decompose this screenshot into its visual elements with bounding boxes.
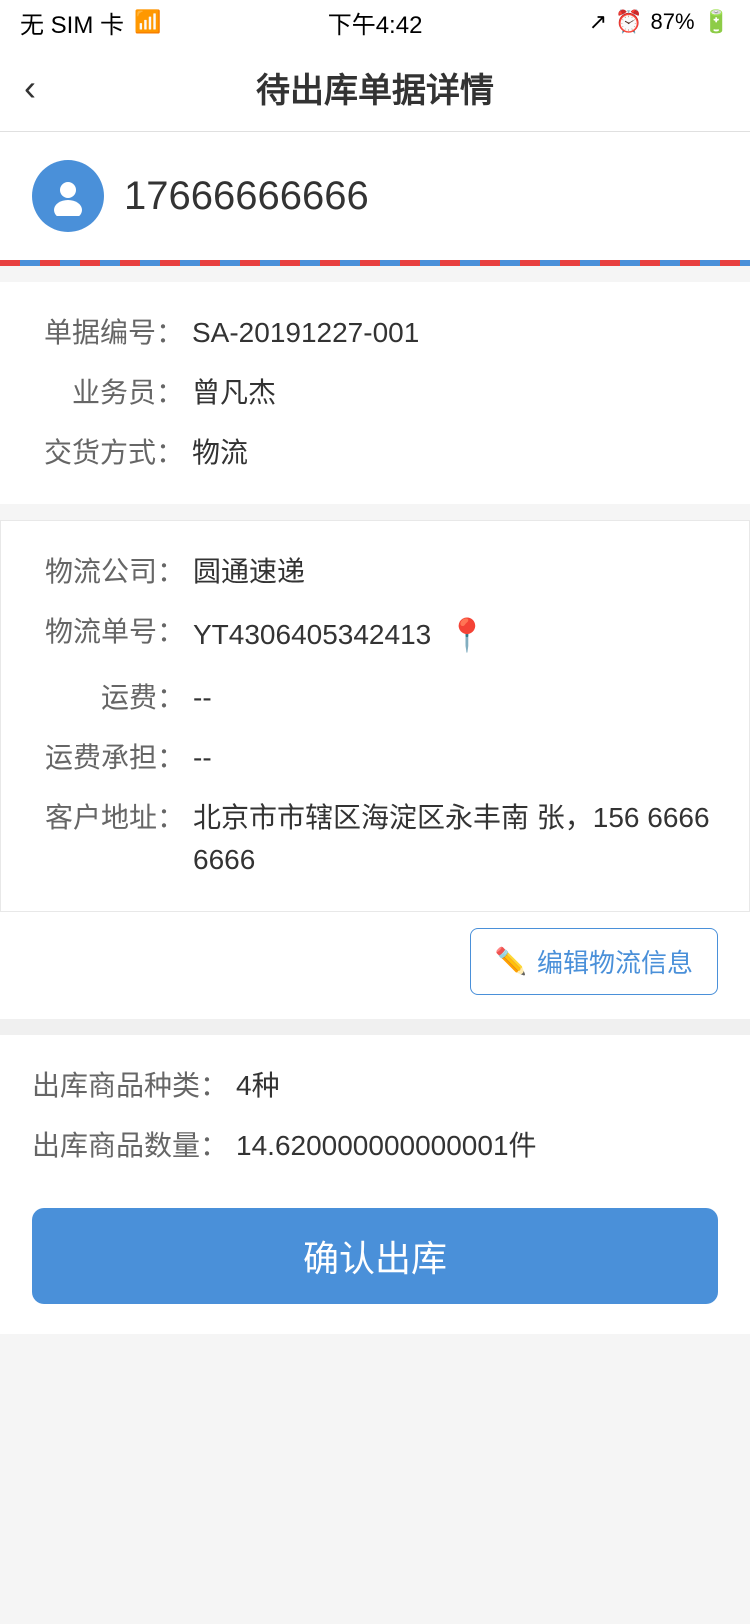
- carrier-text: 无 SIM 卡: [20, 5, 124, 40]
- status-time: 下午4:42: [328, 5, 423, 40]
- doc-no-row: 单据编号： SA-20191227-001: [32, 312, 718, 354]
- logistics-company-label: 物流公司：: [33, 551, 193, 593]
- salesman-row: 业务员： 曾凡杰: [32, 372, 718, 414]
- tracking-location-icon[interactable]: 📍: [447, 611, 487, 659]
- customer-avatar: [32, 160, 104, 232]
- logistics-company-row: 物流公司： 圆通速递: [33, 551, 717, 593]
- doc-no-value: SA-20191227-001: [192, 312, 718, 354]
- customer-header: 17666666666: [0, 132, 750, 260]
- delivery-row: 交货方式： 物流: [32, 432, 718, 474]
- goods-type-value: 4种: [236, 1065, 718, 1107]
- status-right: ↗ ⏰ 87% 🔋: [589, 9, 730, 35]
- freight-value: --: [193, 677, 717, 719]
- edit-btn-row: ✏️ 编辑物流信息: [0, 912, 750, 1019]
- edit-btn-label: 编辑物流信息: [537, 943, 693, 980]
- back-button[interactable]: ‹: [24, 67, 36, 109]
- logistics-section: 物流公司： 圆通速递 物流单号： YT4306405342413 📍 运费： -…: [0, 520, 750, 912]
- goods-section: 出库商品种类： 4种 出库商品数量： 14.620000000000001件: [0, 1035, 750, 1197]
- freight-label: 运费：: [33, 677, 193, 719]
- status-left: 无 SIM 卡 📶: [20, 5, 161, 40]
- salesman-label: 业务员：: [32, 372, 192, 414]
- freight-bearer-value: --: [193, 737, 717, 779]
- dashed-border-decoration: [0, 260, 750, 266]
- wifi-icon: 📶: [134, 9, 161, 35]
- edit-icon: ✏️: [495, 946, 527, 977]
- battery-text: 87%: [651, 9, 695, 35]
- freight-bearer-label: 运费承担：: [33, 737, 193, 779]
- goods-quantity-value: 14.620000000000001件: [236, 1125, 718, 1167]
- freight-bearer-row: 运费承担： --: [33, 737, 717, 779]
- doc-no-label: 单据编号：: [32, 312, 192, 354]
- nav-bar: ‹ 待出库单据详情: [0, 44, 750, 132]
- goods-quantity-label: 出库商品数量：: [32, 1125, 236, 1167]
- goods-type-label: 出库商品种类：: [32, 1065, 236, 1107]
- address-row: 客户地址： 北京市市辖区海淀区永丰南 张，156 6666 6666: [33, 797, 717, 881]
- address-label: 客户地址：: [33, 797, 193, 839]
- battery-icon: 🔋: [703, 9, 730, 35]
- confirm-btn-wrapper: 确认出库: [0, 1188, 750, 1334]
- freight-row: 运费： --: [33, 677, 717, 719]
- tracking-value: YT4306405342413 📍: [193, 611, 717, 659]
- delivery-value: 物流: [192, 432, 718, 474]
- location-status-icon: ↗: [589, 9, 607, 35]
- logistics-company-value: 圆通速递: [193, 551, 717, 593]
- tracking-number: YT4306405342413: [193, 614, 431, 656]
- document-info-section: 单据编号： SA-20191227-001 业务员： 曾凡杰 交货方式： 物流: [0, 282, 750, 504]
- alarm-icon: ⏰: [615, 9, 642, 35]
- goods-quantity-row: 出库商品数量： 14.620000000000001件: [32, 1125, 718, 1167]
- status-bar: 无 SIM 卡 📶 下午4:42 ↗ ⏰ 87% 🔋: [0, 0, 750, 44]
- tracking-row: 物流单号： YT4306405342413 📍: [33, 611, 717, 659]
- section-divider: [0, 1019, 750, 1035]
- page-title: 待出库单据详情: [256, 63, 494, 112]
- salesman-value: 曾凡杰: [192, 372, 718, 414]
- delivery-label: 交货方式：: [32, 432, 192, 474]
- goods-type-row: 出库商品种类： 4种: [32, 1065, 718, 1107]
- confirm-outbound-button[interactable]: 确认出库: [32, 1208, 718, 1304]
- edit-logistics-button[interactable]: ✏️ 编辑物流信息: [470, 928, 718, 995]
- tracking-label: 物流单号：: [33, 611, 193, 653]
- address-value: 北京市市辖区海淀区永丰南 张，156 6666 6666: [193, 797, 717, 881]
- customer-phone: 17666666666: [124, 174, 369, 219]
